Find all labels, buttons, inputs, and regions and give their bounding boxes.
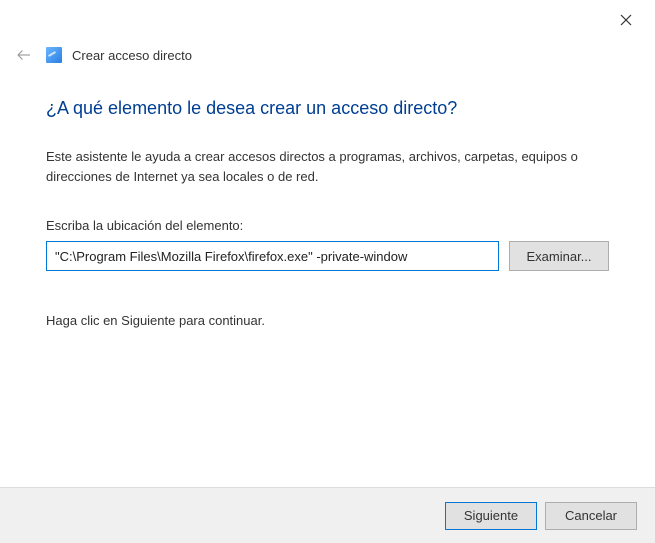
titlebar bbox=[0, 0, 655, 40]
back-button[interactable] bbox=[12, 43, 36, 67]
description-text: Este asistente le ayuda a crear accesos … bbox=[46, 147, 609, 186]
close-icon bbox=[620, 14, 632, 26]
browse-button[interactable]: Examinar... bbox=[509, 241, 609, 271]
header-row: Crear acceso directo bbox=[0, 40, 655, 70]
footer: Siguiente Cancelar bbox=[0, 487, 655, 543]
instruction-text: Haga clic en Siguiente para continuar. bbox=[46, 313, 609, 328]
next-button[interactable]: Siguiente bbox=[445, 502, 537, 530]
input-row: Examinar... bbox=[46, 241, 609, 271]
location-input[interactable] bbox=[46, 241, 499, 271]
window-title: Crear acceso directo bbox=[72, 48, 192, 63]
content-area: ¿A qué elemento le desea crear un acceso… bbox=[0, 70, 655, 328]
close-button[interactable] bbox=[607, 6, 645, 34]
wizard-icon bbox=[46, 47, 62, 63]
cancel-button[interactable]: Cancelar bbox=[545, 502, 637, 530]
location-label: Escriba la ubicación del elemento: bbox=[46, 218, 609, 233]
back-arrow-icon bbox=[15, 46, 33, 64]
page-heading: ¿A qué elemento le desea crear un acceso… bbox=[46, 98, 609, 119]
